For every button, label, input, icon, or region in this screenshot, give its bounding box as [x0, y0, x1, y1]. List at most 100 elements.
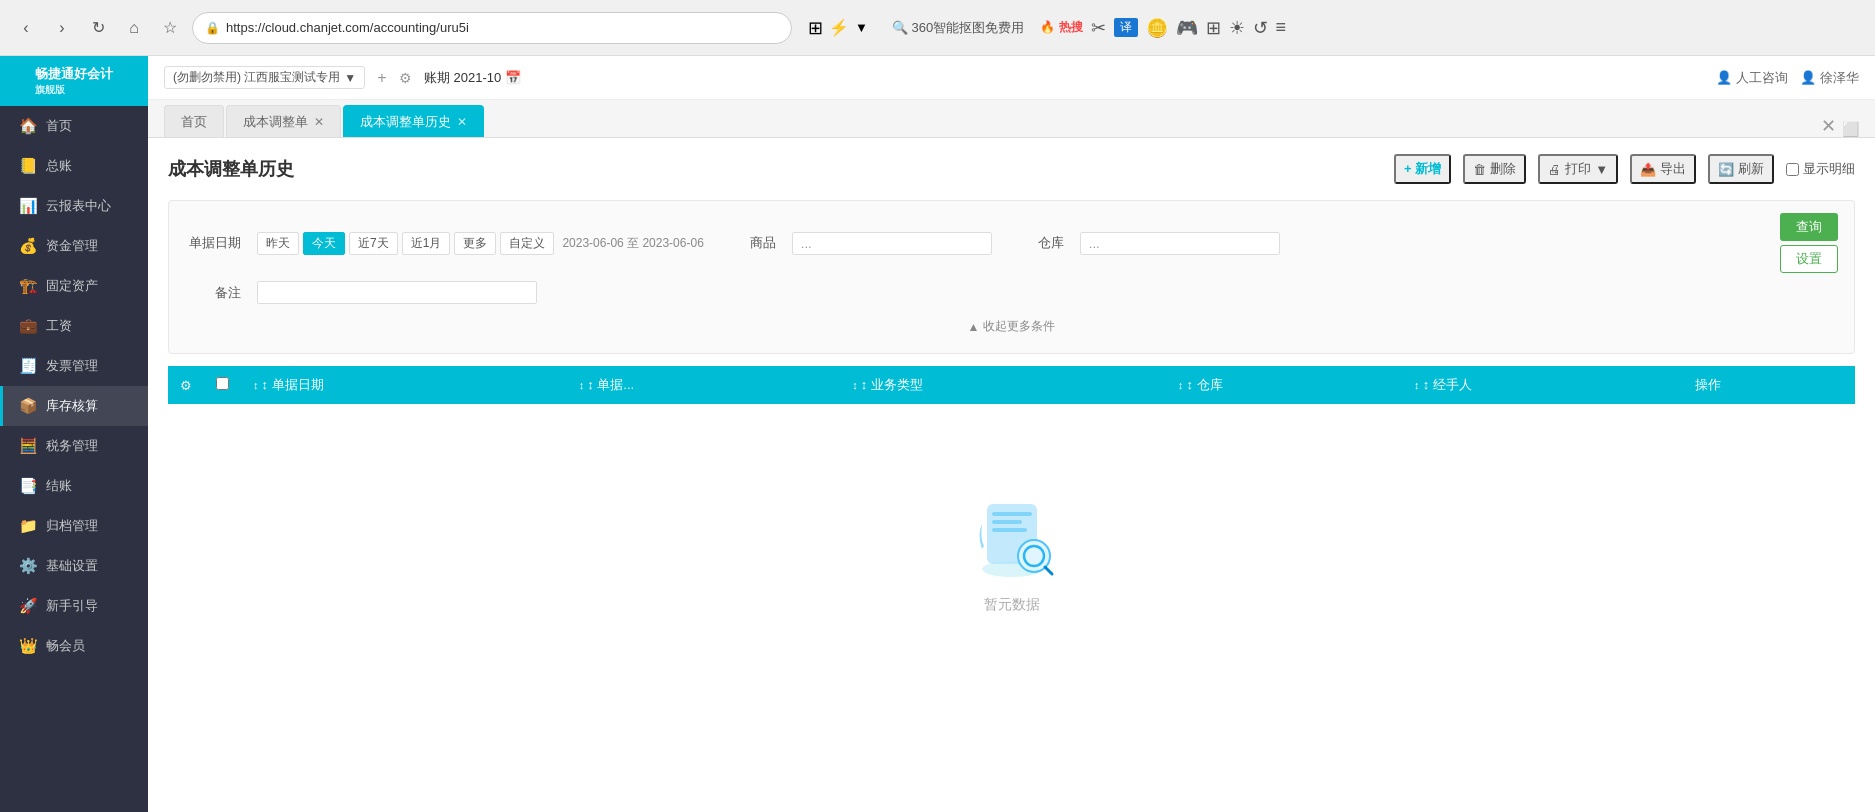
more-btn[interactable]: 更多 — [454, 232, 496, 255]
warehouse-select[interactable]: ... — [1080, 232, 1280, 255]
period-tag: 账期 2021-10 📅 — [424, 69, 522, 87]
hot-search-label[interactable]: 🔥 热搜 — [1040, 19, 1082, 36]
select-all-checkbox[interactable] — [216, 377, 229, 390]
back-button[interactable]: ‹ — [12, 14, 40, 42]
tab-close-2[interactable]: ✕ — [457, 115, 467, 129]
sidebar-item-13[interactable]: 👑 畅会员 — [0, 626, 148, 666]
apps-icon[interactable]: ⊞ — [1206, 17, 1221, 39]
th-operator[interactable]: ↕ 经手人 — [1402, 366, 1683, 404]
username-label: 徐泽华 — [1820, 69, 1859, 87]
calendar-icon[interactable]: 📅 — [505, 70, 521, 85]
add-workspace-btn[interactable]: + — [377, 69, 386, 87]
sidebar-item-5[interactable]: 💼 工资 — [0, 306, 148, 346]
search-tool[interactable]: 🔍 360智能抠图免费用 — [884, 17, 1032, 39]
th-settings[interactable]: ⚙ — [168, 366, 204, 404]
sidebar-icon-12: 🚀 — [19, 597, 38, 615]
new-btn[interactable]: + 新增 — [1394, 154, 1451, 184]
sidebar-item-0[interactable]: 🏠 首页 — [0, 106, 148, 146]
sidebar-item-3[interactable]: 💰 资金管理 — [0, 226, 148, 266]
remark-input[interactable] — [257, 281, 537, 304]
settings-btn[interactable]: 设置 — [1780, 245, 1838, 273]
sidebar-item-4[interactable]: 🏗️ 固定资产 — [0, 266, 148, 306]
bookmark-button[interactable]: ☆ — [156, 14, 184, 42]
service-icon: 👤 — [1716, 70, 1732, 85]
collapse-btn[interactable]: ▲ 收起更多条件 — [185, 312, 1838, 341]
menu-icon[interactable]: ≡ — [1276, 17, 1287, 38]
user-profile-btn[interactable]: 👤 徐泽华 — [1800, 69, 1859, 87]
show-detail-checkbox[interactable] — [1786, 163, 1799, 176]
goods-filter-label: 商品 — [720, 234, 776, 252]
tab-close-1[interactable]: ✕ — [314, 115, 324, 129]
tab-0[interactable]: 首页 — [164, 105, 224, 137]
sidebar-item-10[interactable]: 📁 归档管理 — [0, 506, 148, 546]
filter-area: 单据日期 昨天 今天 近7天 近1月 更多 自定义 2023-06-06 至 2… — [168, 200, 1855, 354]
app-container: 畅捷通好会计 旗舰版 🏠 首页 📒 总账 📊 云报表中心 💰 资金管理 🏗️ 固… — [0, 56, 1875, 812]
settings-icon[interactable]: ⚙ — [399, 70, 412, 86]
address-bar[interactable]: 🔒 https://cloud.chanjet.com/accounting/u… — [192, 12, 792, 44]
7days-btn[interactable]: 近7天 — [349, 232, 398, 255]
print-btn[interactable]: 🖨 打印 ▼ — [1538, 154, 1618, 184]
th-warehouse[interactable]: ↕ 仓库 — [1166, 366, 1402, 404]
brightness-icon[interactable]: ☀ — [1229, 17, 1245, 39]
sidebar-label-11: 基础设置 — [46, 557, 98, 575]
lightning-icon[interactable]: ⚡ — [829, 18, 849, 37]
th-number[interactable]: ↕ 单据... — [567, 366, 841, 404]
user-service-btn[interactable]: 👤 人工咨询 — [1716, 69, 1788, 87]
sidebar-icon-13: 👑 — [19, 637, 38, 655]
page-actions: + 新增 🗑 删除 🖨 打印 ▼ 📤 导出 🔄 — [1394, 154, 1855, 184]
svg-rect-2 — [992, 512, 1032, 516]
sidebar-icon-5: 💼 — [19, 317, 38, 335]
sidebar-icon-9: 📑 — [19, 477, 38, 495]
translate-btn[interactable]: 译 — [1114, 18, 1138, 37]
grid-icon[interactable]: ⊞ — [808, 17, 823, 39]
today-btn[interactable]: 今天 — [303, 232, 345, 255]
sidebar-label-1: 总账 — [46, 157, 72, 175]
home-button[interactable]: ⌂ — [120, 14, 148, 42]
refresh-btn[interactable]: 🔄 刷新 — [1708, 154, 1774, 184]
sidebar-item-8[interactable]: 🧮 税务管理 — [0, 426, 148, 466]
window-close-btn[interactable]: ✕ — [1821, 115, 1836, 137]
goods-placeholder: ... — [801, 236, 812, 251]
top-bar-right: 👤 人工咨询 👤 徐泽华 — [1716, 69, 1859, 87]
date-range-text: 2023-06-06 至 2023-06-06 — [562, 235, 703, 252]
period-label: 账期 — [424, 69, 450, 87]
sidebar-item-7[interactable]: 📦 库存核算 — [0, 386, 148, 426]
export-btn[interactable]: 📤 导出 — [1630, 154, 1696, 184]
th-checkbox[interactable] — [204, 366, 241, 404]
sidebar-item-1[interactable]: 📒 总账 — [0, 146, 148, 186]
yesterday-btn[interactable]: 昨天 — [257, 232, 299, 255]
sidebar-icon-3: 💰 — [19, 237, 38, 255]
scissors-icon[interactable]: ✂ — [1091, 17, 1106, 39]
sidebar-item-9[interactable]: 📑 结账 — [0, 466, 148, 506]
goods-select[interactable]: ... — [792, 232, 992, 255]
show-detail-toggle[interactable]: 显示明细 — [1786, 160, 1855, 178]
sidebar-item-11[interactable]: ⚙️ 基础设置 — [0, 546, 148, 586]
forward-button[interactable]: › — [48, 14, 76, 42]
date-filter-label: 单据日期 — [185, 234, 241, 252]
empty-text: 暂元数据 — [984, 596, 1040, 614]
delete-btn[interactable]: 🗑 删除 — [1463, 154, 1526, 184]
sidebar-item-6[interactable]: 🧾 发票管理 — [0, 346, 148, 386]
1month-btn[interactable]: 近1月 — [402, 232, 451, 255]
sidebar-icon-1: 📒 — [19, 157, 38, 175]
custom-btn[interactable]: 自定义 — [500, 232, 554, 255]
undo-icon[interactable]: ↺ — [1253, 17, 1268, 39]
tab-1[interactable]: 成本调整单✕ — [226, 105, 341, 137]
game-icon[interactable]: 🎮 — [1176, 17, 1198, 39]
page-title: 成本调整单历史 — [168, 157, 294, 181]
coin-icon[interactable]: 🪙 — [1146, 17, 1168, 39]
workspace-tag[interactable]: (勿删勿禁用) 江西服宝测试专用 ▼ — [164, 66, 365, 89]
sidebar-label-9: 结账 — [46, 477, 72, 495]
query-btn[interactable]: 查询 — [1780, 213, 1838, 241]
maximize-icon[interactable]: ⬜ — [1842, 121, 1859, 137]
refresh-button[interactable]: ↻ — [84, 14, 112, 42]
th-type[interactable]: ↕ 业务类型 — [840, 366, 1166, 404]
tab-label-0: 首页 — [181, 113, 207, 131]
tab-2[interactable]: 成本调整单历史✕ — [343, 105, 484, 137]
th-date[interactable]: ↕ 单据日期 — [241, 366, 567, 404]
top-bar-left: (勿删勿禁用) 江西服宝测试专用 ▼ + ⚙ 账期 2021-10 📅 — [164, 66, 521, 89]
dropdown-arrow-icon[interactable]: ▼ — [855, 20, 868, 35]
sidebar-item-2[interactable]: 📊 云报表中心 — [0, 186, 148, 226]
empty-icon — [962, 484, 1062, 584]
sidebar-item-12[interactable]: 🚀 新手引导 — [0, 586, 148, 626]
